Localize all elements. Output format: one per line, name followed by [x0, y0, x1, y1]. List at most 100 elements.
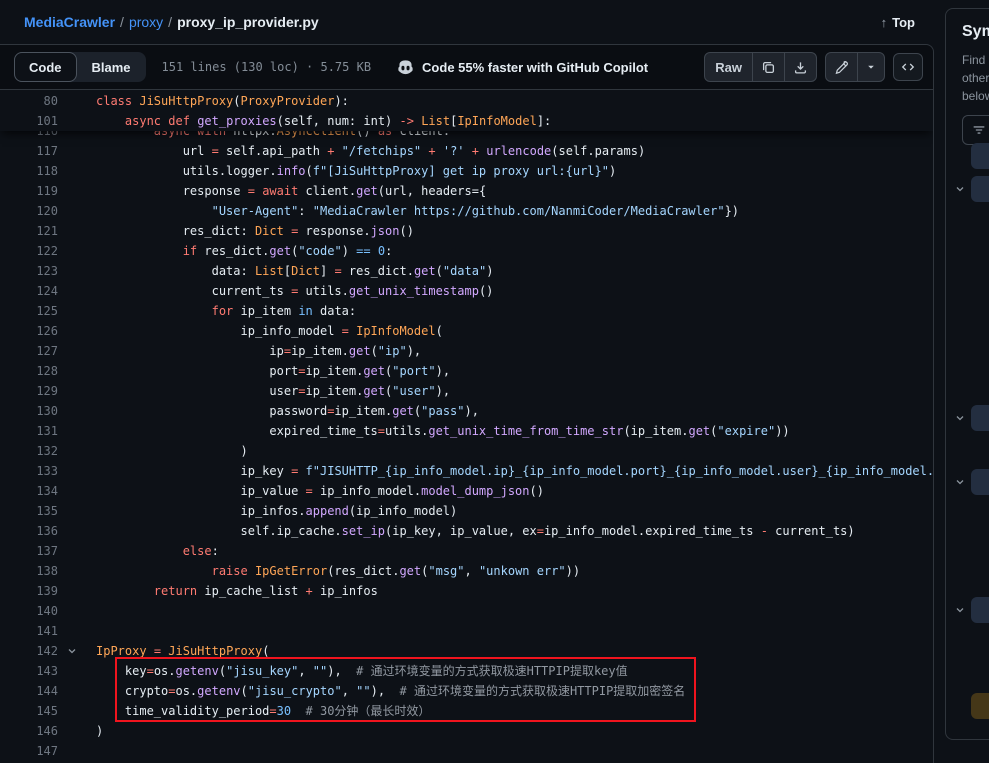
line-number[interactable]: 123 — [0, 261, 58, 281]
line-number[interactable]: 133 — [0, 461, 58, 481]
symbol-item[interactable] — [971, 693, 989, 719]
symbol-item[interactable] — [971, 176, 989, 202]
line-number[interactable]: 132 — [0, 441, 58, 461]
line-number[interactable]: 124 — [0, 281, 58, 301]
edit-button[interactable] — [826, 53, 858, 81]
code-text: else: — [96, 541, 219, 561]
code-text: response = await client.get(url, headers… — [96, 181, 486, 201]
symbol-group-chevron-icon[interactable] — [954, 412, 966, 424]
line-number[interactable]: 138 — [0, 561, 58, 581]
edit-button-group — [825, 52, 885, 82]
code-text: crypto=os.getenv("jisu_crypto", ""), # 通… — [96, 681, 685, 701]
back-to-top-label: Top — [892, 15, 915, 30]
code-text: IpProxy = JiSuHttpProxy( — [96, 641, 269, 661]
line-number[interactable]: 140 — [0, 601, 58, 621]
line-number[interactable]: 135 — [0, 501, 58, 521]
breadcrumb-repo-link[interactable]: MediaCrawler — [24, 14, 115, 30]
line-number[interactable]: 130 — [0, 401, 58, 421]
code-line: 139 return ip_cache_list + ip_infos — [0, 581, 933, 601]
download-icon — [793, 60, 808, 75]
symbol-group-chevron-icon[interactable] — [954, 604, 966, 616]
code-text: async def get_proxies(self, num: int) ->… — [96, 111, 551, 131]
line-number[interactable]: 136 — [0, 521, 58, 541]
back-to-top-link[interactable]: ↑ Top — [881, 15, 915, 30]
symbol-item[interactable] — [971, 405, 989, 431]
code-line: 137 else: — [0, 541, 933, 561]
line-number[interactable]: 122 — [0, 241, 58, 261]
line-number[interactable]: 125 — [0, 301, 58, 321]
tab-code[interactable]: Code — [14, 52, 77, 82]
download-button[interactable] — [785, 53, 816, 81]
edit-dropdown-button[interactable] — [858, 53, 884, 81]
code-text: if res_dict.get("code") == 0: — [96, 241, 392, 261]
line-number[interactable]: 139 — [0, 581, 58, 601]
line-number[interactable]: 128 — [0, 361, 58, 381]
symbol-group-chevron-icon[interactable] — [954, 476, 966, 488]
line-number[interactable]: 144 — [0, 681, 58, 701]
breadcrumb-filename: proxy_ip_provider.py — [177, 14, 319, 30]
code-line: 119 response = await client.get(url, hea… — [0, 181, 933, 201]
code-line: 135 ip_infos.append(ip_info_model) — [0, 501, 933, 521]
main-column: MediaCrawler/proxy/proxy_ip_provider.py … — [0, 0, 935, 763]
symbols-filter-box — [962, 115, 989, 145]
line-number[interactable]: 119 — [0, 181, 58, 201]
code-text: current_ts = utils.get_unix_timestamp() — [96, 281, 493, 301]
symbol-item[interactable] — [971, 143, 989, 169]
copilot-banner-text: Code 55% faster with GitHub Copilot — [422, 60, 648, 75]
file-card: Code Blame 151 lines (130 loc) · 5.75 KB… — [0, 44, 934, 763]
symbol-item[interactable] — [971, 469, 989, 495]
code-line: 130 password=ip_item.get("pass"), — [0, 401, 933, 421]
line-number[interactable]: 127 — [0, 341, 58, 361]
line-number[interactable]: 145 — [0, 701, 58, 721]
symbols-panel-toggle-button[interactable] — [893, 53, 923, 81]
code-text: url = self.api_path + "/fetchips" + '?' … — [96, 141, 645, 161]
copilot-icon — [397, 59, 414, 76]
symbol-row — [946, 143, 989, 169]
line-number[interactable]: 80 — [0, 91, 58, 111]
copy-raw-button[interactable] — [753, 53, 785, 81]
line-number[interactable]: 143 — [0, 661, 58, 681]
code-text: res_dict: Dict = response.json() — [96, 221, 414, 241]
code-line: 143 key=os.getenv("jisu_key", ""), # 通过环… — [0, 661, 933, 681]
line-number[interactable]: 146 — [0, 721, 58, 741]
line-number[interactable]: 131 — [0, 421, 58, 441]
line-number[interactable]: 141 — [0, 621, 58, 641]
code-line: 120 "User-Agent": "MediaCrawler https://… — [0, 201, 933, 221]
line-number[interactable]: 118 — [0, 161, 58, 181]
code-line: 101 async def get_proxies(self, num: int… — [0, 111, 933, 131]
line-number[interactable]: 126 — [0, 321, 58, 341]
line-number[interactable]: 137 — [0, 541, 58, 561]
sticky-scope-lines: 80class JiSuHttpProxy(ProxyProvider):101… — [0, 91, 933, 131]
code-line: 124 current_ts = utils.get_unix_timestam… — [0, 281, 933, 301]
code-line: 117 url = self.api_path + "/fetchips" + … — [0, 141, 933, 161]
line-number[interactable]: 129 — [0, 381, 58, 401]
symbol-row — [946, 176, 989, 202]
code-line: 132 ) — [0, 441, 933, 461]
code-text: ) — [96, 441, 248, 461]
line-number[interactable]: 121 — [0, 221, 58, 241]
code-line: 123 data: List[Dict] = res_dict.get("dat… — [0, 261, 933, 281]
breadcrumb-folder-link[interactable]: proxy — [129, 14, 163, 30]
symbol-group-chevron-icon[interactable] — [954, 183, 966, 195]
code-line: 134 ip_value = ip_info_model.model_dump_… — [0, 481, 933, 501]
raw-button[interactable]: Raw — [705, 53, 753, 81]
code-line: 128 port=ip_item.get("port"), — [0, 361, 933, 381]
collapse-chevron-icon[interactable] — [66, 645, 78, 657]
symbols-description-line: Find — [962, 51, 989, 69]
code-text: ip=ip_item.get("ip"), — [96, 341, 421, 361]
up-arrow-icon: ↑ — [881, 15, 888, 30]
breadcrumb-separator: / — [120, 14, 124, 30]
symbols-panel-description: Find other below — [962, 51, 989, 105]
line-number[interactable]: 134 — [0, 481, 58, 501]
tab-blame[interactable]: Blame — [77, 52, 146, 82]
file-info-text: 151 lines (130 loc) · 5.75 KB — [162, 60, 372, 74]
line-number[interactable]: 120 — [0, 201, 58, 221]
code-text: ip_key = f"JISUHTTP_{ip_info_model.ip}_{… — [96, 461, 933, 481]
line-number[interactable]: 101 — [0, 111, 58, 131]
copilot-banner[interactable]: Code 55% faster with GitHub Copilot — [397, 59, 648, 76]
line-number[interactable]: 117 — [0, 141, 58, 161]
line-number[interactable]: 142 — [0, 641, 58, 661]
breadcrumb-path: MediaCrawler/proxy/proxy_ip_provider.py — [24, 14, 319, 30]
line-number[interactable]: 147 — [0, 741, 58, 761]
symbol-item[interactable] — [971, 597, 989, 623]
